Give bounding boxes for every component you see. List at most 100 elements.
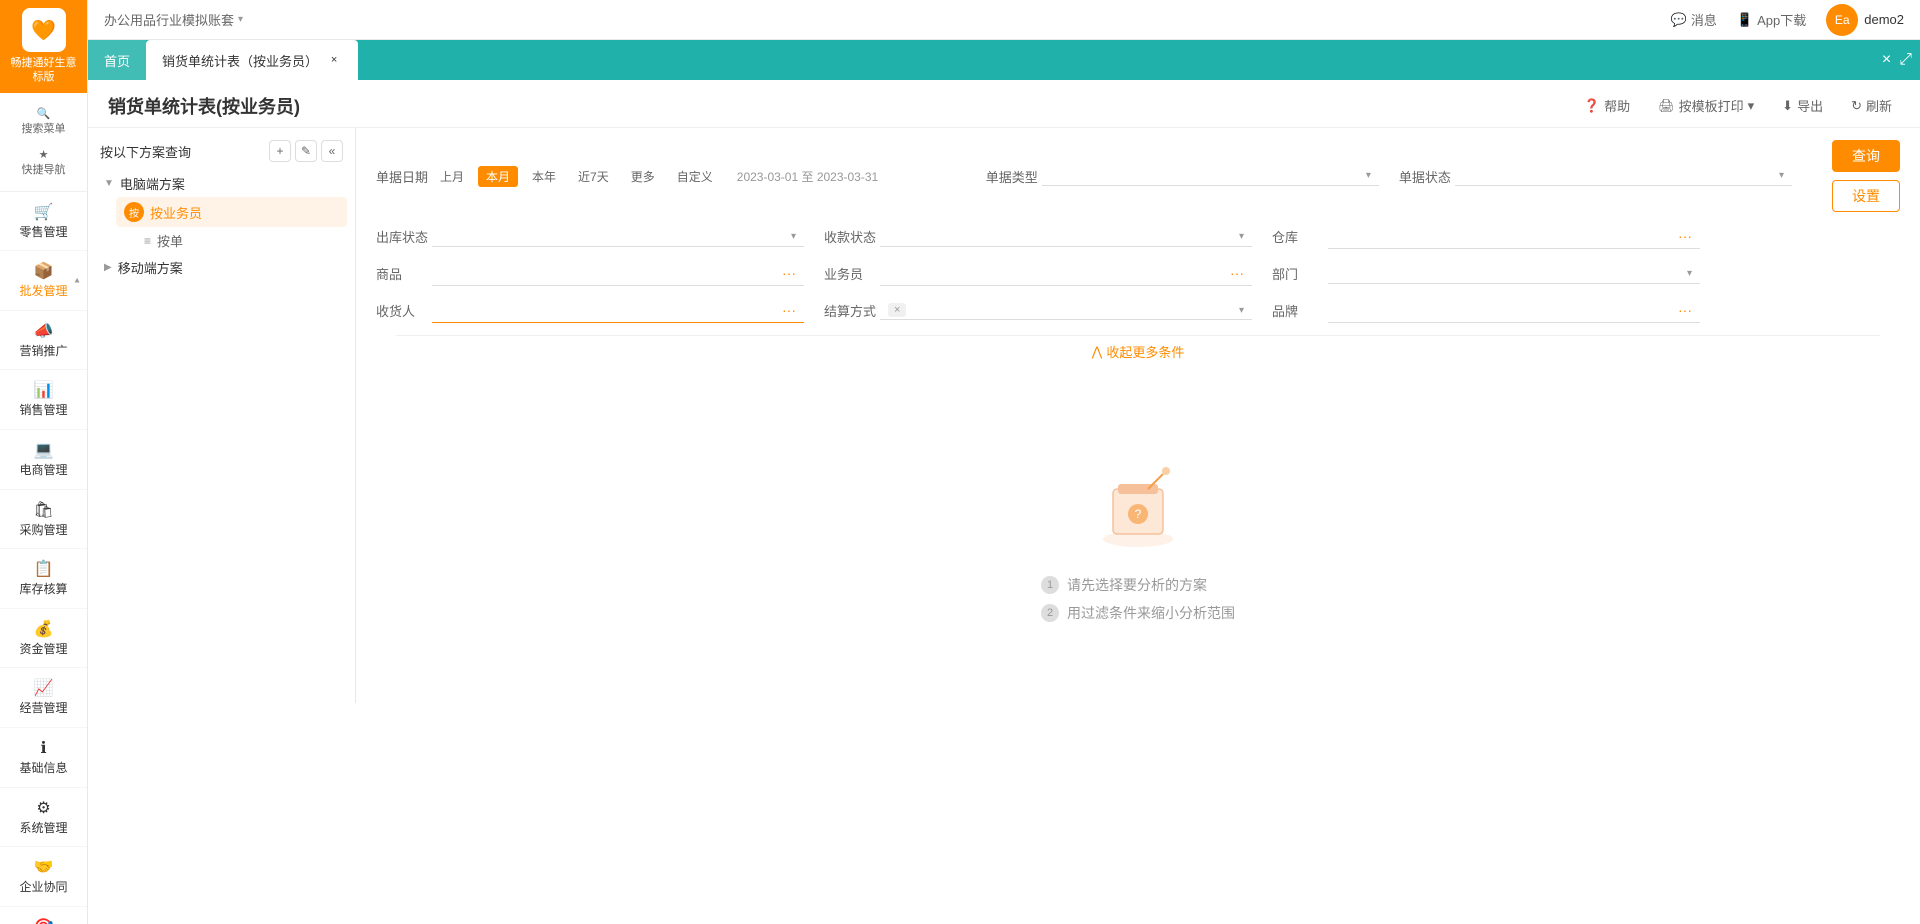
system-icon: ⚙ [36, 798, 50, 818]
retail-icon: 🛒 [34, 202, 54, 222]
sidebar-item-basic[interactable]: ℹ 基础信息 [0, 728, 87, 788]
product-input[interactable]: ··· [432, 261, 804, 286]
sidebar-item-wholesale[interactable]: 📦 批发管理 [0, 251, 87, 311]
sidebar-item-quick-nav[interactable]: ★ 快捷导航 [4, 142, 83, 183]
doc-status-select[interactable]: ▾ [1455, 166, 1792, 186]
out-status-label: 出库状态 [376, 227, 432, 246]
export-button[interactable]: ⬇ 导出 [1774, 92, 1831, 119]
payment-tag-close[interactable]: × [894, 304, 900, 316]
date-label: 单据日期 [376, 167, 432, 186]
expand-conditions-button[interactable]: ⋀ 收起更多条件 [376, 336, 1900, 367]
sidebar-item-system[interactable]: ⚙ 系统管理 [0, 788, 87, 848]
date-tab-this-month[interactable]: 本月 [478, 166, 518, 187]
sidebar-item-enterprise[interactable]: 🤝 企业协同 [0, 847, 87, 907]
sidebar-item-ops[interactable]: 📈 经营管理 [0, 668, 87, 728]
sidebar-item-newbie[interactable]: 🎯 新手引导 [0, 907, 87, 924]
filter-group-receipt-status: 收款状态 ▾ [824, 227, 1252, 247]
receipt-status-arrow-icon: ▾ [1239, 231, 1244, 242]
sidebar-item-retail[interactable]: 🛒 零售管理 [0, 192, 87, 252]
filter-group-date: 单据日期 上月 本月 本年 近7天 更多 自定义 [376, 166, 966, 187]
tab-sales-stat[interactable]: 销货单统计表（按业务员） × [146, 40, 358, 80]
filter-tree: ▼ 电脑端方案 按 按业务员 ≡ 按单 [88, 170, 355, 281]
help-button[interactable]: ❓ 帮助 [1576, 92, 1638, 119]
app-download-button[interactable]: 📱 App下载 [1737, 10, 1806, 29]
tab-home[interactable]: 首页 [88, 40, 146, 80]
filter-row-3: 商品 ··· 业务员 ··· [376, 261, 1900, 286]
settings-button[interactable]: 设置 [1832, 180, 1900, 212]
sidebar-item-marketing[interactable]: 📣 营销推广 [0, 311, 87, 371]
payment-label: 结算方式 [824, 301, 880, 320]
download-icon: 📱 [1737, 12, 1753, 28]
main-area: 办公用品行业模拟账套 ▾ 💬 消息 📱 App下载 Ea demo2 首页 [88, 0, 1920, 924]
topbar-dropdown-icon[interactable]: ▾ [238, 14, 243, 25]
maximize-icon[interactable]: ⤢ [1899, 51, 1912, 69]
message-icon: 💬 [1671, 12, 1687, 28]
logo-icon: 🧡 [22, 8, 66, 52]
tab-close-icon[interactable]: × [326, 52, 342, 68]
sidebar-nav: 🛒 零售管理 📦 批发管理 📣 营销推广 📊 销售管理 💻 电商管理 🛍 采购管… [0, 192, 87, 924]
warehouse-input[interactable]: ··· [1328, 224, 1700, 249]
filter-group-consignee: 收货人 ··· [376, 298, 804, 323]
doc-type-arrow-icon: ▾ [1366, 170, 1371, 181]
sidebar-item-search[interactable]: 🔍 搜索菜单 [4, 101, 83, 142]
payment-tag: × [888, 303, 906, 317]
tabbar-maximize: × ⤢ [1882, 51, 1912, 69]
salesperson-dots: ··· [1230, 265, 1244, 281]
sidebar-item-purchase[interactable]: 🛍 采购管理 [0, 490, 87, 550]
out-status-select[interactable]: ▾ [432, 227, 804, 247]
date-tab-more[interactable]: 更多 [623, 166, 663, 187]
edit-scheme-button[interactable]: ✎ [295, 140, 317, 162]
date-tab-this-year[interactable]: 本年 [524, 166, 564, 187]
marketing-icon: 📣 [34, 321, 54, 341]
date-tab-custom[interactable]: 自定义 [669, 166, 721, 187]
tree-sub-item2-by-doc[interactable]: ≡ 按单 [116, 227, 347, 254]
payment-tag-input[interactable]: × ▾ [880, 301, 1252, 320]
sidebar-item-sales[interactable]: 📊 销售管理 [0, 370, 87, 430]
logo-text: 畅捷通好生意 标版 [4, 56, 83, 85]
consignee-input[interactable]: ··· [432, 298, 804, 323]
doc-status-label: 单据状态 [1399, 167, 1455, 186]
salesperson-input[interactable]: ··· [880, 261, 1252, 286]
page-header: 销货单统计表(按业务员) ❓ 帮助 🖨 按模板打印 ▾ ⬇ 导出 [88, 80, 1920, 128]
template-print-button[interactable]: 🖨 按模板打印 ▾ [1650, 92, 1762, 119]
doc-status-arrow-icon: ▾ [1779, 170, 1784, 181]
warehouse-label: 仓库 [1272, 227, 1328, 246]
right-panel: 单据日期 上月 本月 本年 近7天 更多 自定义 [356, 128, 1920, 703]
page-title: 销货单统计表(按业务员) [108, 93, 300, 119]
message-button[interactable]: 💬 消息 [1671, 10, 1717, 29]
topbar-title: 办公用品行业模拟账套 ▾ [104, 10, 1655, 29]
tree-expand-icon: ▼ [104, 178, 114, 189]
ecom-icon: 💻 [34, 440, 54, 460]
filter-right-panel: 单据日期 上月 本月 本年 近7天 更多 自定义 [356, 128, 1920, 379]
avatar: Ea [1826, 4, 1858, 36]
sidebar-item-inventory[interactable]: 📋 库存核算 [0, 549, 87, 609]
refresh-button[interactable]: ↻ 刷新 [1843, 92, 1900, 119]
print-dropdown-icon[interactable]: ▾ [1748, 98, 1755, 114]
user-name: demo2 [1864, 12, 1904, 27]
receipt-status-select[interactable]: ▾ [880, 227, 1252, 247]
sidebar-item-finance[interactable]: 💰 资金管理 [0, 609, 87, 669]
add-scheme-button[interactable]: + [269, 140, 291, 162]
sidebar-logo[interactable]: 🧡 畅捷通好生意 标版 [0, 0, 87, 93]
brand-dots: ··· [1678, 302, 1692, 318]
topbar-actions: 💬 消息 📱 App下载 Ea demo2 [1671, 4, 1904, 36]
filter-group-salesperson: 业务员 ··· [824, 261, 1252, 286]
hint-num-2: 2 [1041, 604, 1059, 622]
query-button[interactable]: 查询 [1832, 140, 1900, 172]
date-tab-last-month[interactable]: 上月 [432, 166, 472, 187]
tree-sub-item-salesperson[interactable]: 按 按业务员 [116, 197, 347, 227]
search-icon: 🔍 [37, 107, 51, 120]
collapse-panel-button[interactable]: « [321, 140, 343, 162]
dept-select[interactable]: ▾ [1328, 264, 1700, 284]
date-tab-7days[interactable]: 近7天 [570, 166, 617, 187]
tree-item-desktop[interactable]: ▼ 电脑端方案 [96, 170, 347, 197]
tree-item-mobile[interactable]: ▶ 移动端方案 [96, 254, 347, 281]
doc-type-select[interactable]: ▾ [1042, 166, 1379, 186]
dept-label: 部门 [1272, 264, 1328, 283]
close-window-icon[interactable]: × [1882, 51, 1891, 69]
user-menu[interactable]: Ea demo2 [1826, 4, 1904, 36]
filter-group-warehouse: 仓库 ··· [1272, 224, 1700, 249]
brand-input[interactable]: ··· [1328, 298, 1700, 323]
receipt-status-label: 收款状态 [824, 227, 880, 246]
sidebar-item-ecom[interactable]: 💻 电商管理 [0, 430, 87, 490]
